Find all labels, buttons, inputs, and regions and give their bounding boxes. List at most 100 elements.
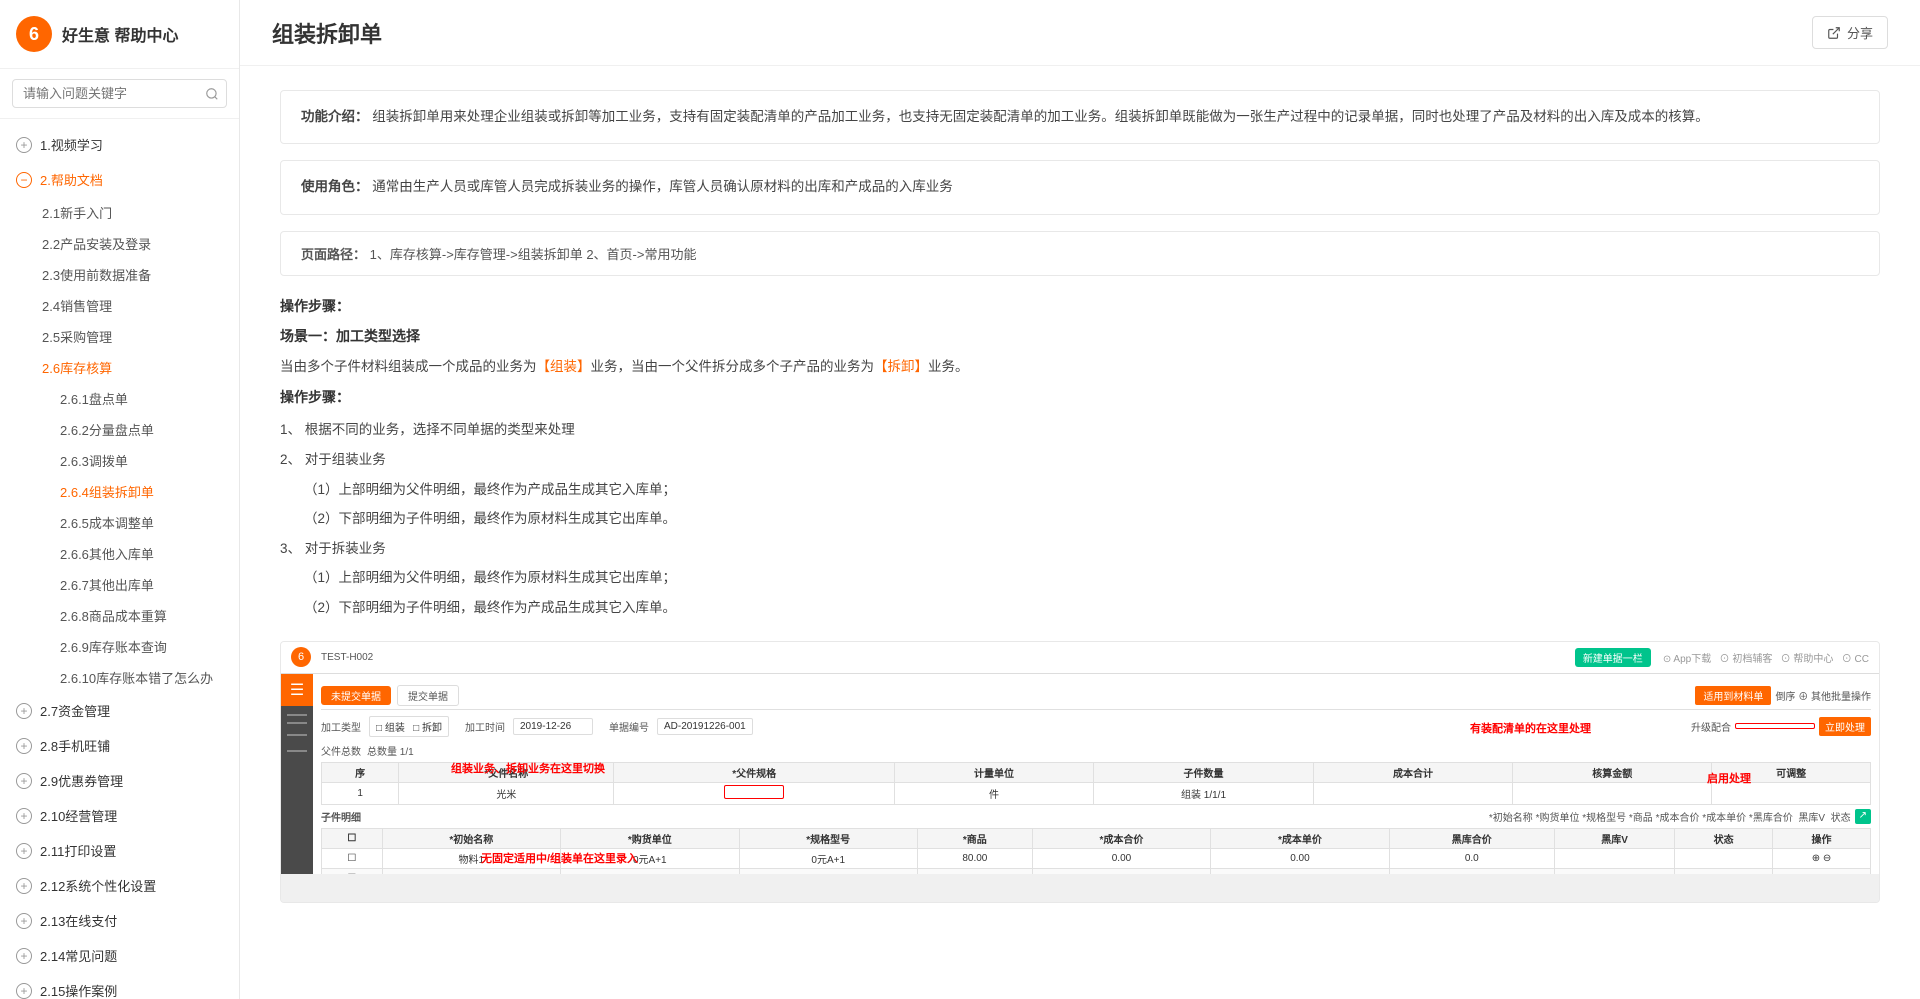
sidebar-item-inventory[interactable]: 2.6库存核算 [42, 352, 239, 383]
mock-form-row: 加工类型 □ 组装 □ 拆卸 加工时间 2019-12-26 单据编号 AD-2… [321, 716, 1871, 737]
mock-s-r2-unitb: 20.00 [739, 868, 917, 874]
step-2-num: 2、 [280, 452, 301, 467]
sidebar-item-customize[interactable]: + 2.12系统个性化设置 [0, 868, 239, 903]
mock-logo: 6 [291, 647, 311, 667]
annotation-1: 有装配清单的在这里处理 [1470, 720, 1591, 736]
mock-s-r2-avail [1389, 868, 1554, 874]
mock-s-r1-total: 0.00 [1211, 848, 1389, 868]
sidebar-item-data-prep[interactable]: 2.3使用前数据准备 [42, 259, 239, 290]
sidebar-item-2-6-9[interactable]: 2.6.9库存账本查询 [60, 631, 239, 662]
mock-right-label: 升级配合 [1691, 719, 1731, 734]
sidebar-item-install[interactable]: 2.2产品安装及登录 [42, 228, 239, 259]
mock-col-unit: 计量单位 [894, 762, 1093, 782]
mock-s-r1-sel: ☐ [322, 848, 383, 868]
sidebar-item-2-6-8[interactable]: 2.6.8商品成本重算 [60, 600, 239, 631]
sidebar-item-help-docs[interactable]: − 2.帮助文档 [0, 162, 239, 197]
mock-s-status: 状态 [1675, 828, 1773, 848]
mock-row-spec [614, 782, 895, 804]
mock-parent-label: 父件总数 [321, 743, 361, 758]
sidebar-item-ops-label: 2.10经营管理 [40, 806, 117, 825]
mock-s-r2-sel: ☐ [322, 868, 383, 874]
step-3-num: 3、 [280, 541, 301, 556]
step-2-text: 对于组装业务 [305, 452, 386, 467]
mock-s-sel: ☐ [322, 828, 383, 848]
ops-title: 操作步骤： [280, 296, 1880, 316]
mock-s-r2-spec: 0元A+4 [561, 868, 739, 874]
mock-other-btns: 倒序 ⊕ 其他批量操作 [1775, 688, 1871, 703]
mock-s-r1-ops: ⊕ ⊖ [1773, 848, 1871, 868]
mock-sub-info: *初始名称 *购货单位 *规格型号 *商品 *成本合价 *成本单价 *黑库合价 … [1489, 809, 1851, 824]
sidebar-item-coupon[interactable]: + 2.9优惠券管理 [0, 763, 239, 798]
share-button[interactable]: 分享 [1812, 16, 1888, 49]
chaijian-highlight: 【拆卸】 [874, 359, 928, 374]
sidebar-item-faq[interactable]: + 2.14常见问题 [0, 938, 239, 973]
mock-s-r1-avail2 [1554, 848, 1674, 868]
scene-desc-end: 业务。 [928, 359, 969, 374]
sidebar-item-2-6-3[interactable]: 2.6.3调拨单 [60, 445, 239, 476]
sidebar-item-2-6-7[interactable]: 2.6.7其他出库单 [60, 569, 239, 600]
sidebar-item-payment[interactable]: + 2.13在线支付 [0, 903, 239, 938]
plus-icon-faq: + [16, 948, 32, 964]
path-box: 页面路径： 1、库存核算->库存管理->组装拆卸单 2、首页->常用功能 [280, 231, 1880, 276]
logo-area: 6 好生意 帮助中心 [0, 0, 239, 69]
sidebar-item-mobile-label: 2.8手机旺铺 [40, 736, 110, 755]
search-area [0, 69, 239, 119]
plus-icon-coupon: + [16, 773, 32, 789]
sidebar-sub-inventory: 2.6.1盘点单 2.6.2分量盘点单 2.6.3调拨单 2.6.4组装拆卸单 … [0, 383, 239, 693]
scene-desc-mid: 业务，当由一个父件拆分成多个子产品的业务为 [591, 359, 875, 374]
sidebar-item-label: 1.视频学习 [40, 135, 103, 154]
mock-toolbar: 未提交单据 提交单据 适用到材料单 倒序 ⊕ 其他批量操作 [321, 682, 1871, 710]
scene-title: 场景一：加工类型选择 [280, 326, 1880, 346]
mock-s-r2-status [1675, 868, 1773, 874]
steps-title: 操作步骤： [280, 387, 1880, 407]
sidebar-item-beginner[interactable]: 2.1新手入门 [42, 197, 239, 228]
mock-s-ops: 操作 [1773, 828, 1871, 848]
sidebar-item-2-6-2[interactable]: 2.6.2分量盘点单 [60, 414, 239, 445]
annotation-4: 无固定适用中/组装单在这里录入 [481, 850, 638, 866]
plus-icon-cases: + [16, 983, 32, 999]
function-intro-title: 功能介绍： [301, 109, 369, 124]
sidebar-item-2-6-4[interactable]: 2.6.4组装拆卸单 [60, 476, 239, 507]
sidebar-item-2-6-6[interactable]: 2.6.6其他入库单 [60, 538, 239, 569]
step-2: 2、 对于组装业务 [280, 447, 1880, 473]
logo-icon: 6 [16, 16, 52, 52]
mock-parent-count: 总数量 1/1 [367, 743, 414, 758]
mock-s-unitb: *规格型号 [739, 828, 917, 848]
step-2-sub-2: （2）下部明细为子件明细，最终作为原材料生成其它出库单。 [304, 506, 1880, 532]
mock-s-r1-qty: 80.00 [917, 848, 1032, 868]
sidebar-item-sales[interactable]: 2.4销售管理 [42, 290, 239, 321]
sidebar-item-ops[interactable]: + 2.10经营管理 [0, 798, 239, 833]
mock-section-btns: 父件总数 总数量 1/1 [321, 743, 414, 758]
sidebar-item-video[interactable]: + 1.视频学习 [0, 127, 239, 162]
zuzhuang-highlight: 【组装】 [537, 359, 591, 374]
mock-tab-active: 未提交单据 [321, 686, 391, 705]
sidebar-item-coupon-label: 2.9优惠券管理 [40, 771, 123, 790]
mock-sub-actions: *初始名称 *购货单位 *规格型号 *商品 *成本合价 *成本单价 *黑库合价 … [1489, 809, 1871, 824]
sidebar-item-cases[interactable]: + 2.15操作案例 [0, 973, 239, 999]
share-icon [1827, 26, 1841, 40]
sidebar-item-purchase[interactable]: 2.5采购管理 [42, 321, 239, 352]
role-text: 通常由生产人员或库管人员完成拆装业务的操作，库管人员确认原材料的出库和产成品的入… [372, 179, 953, 194]
main-content: 功能介绍： 组装拆卸单用来处理企业组装或拆卸等加工业务，支持有固定装配清单的产品… [240, 66, 1920, 999]
mock-s-r1-status [1675, 848, 1773, 868]
sidebar-sub-nav: 2.1新手入门 2.2产品安装及登录 2.3使用前数据准备 2.4销售管理 2.… [0, 197, 239, 383]
sidebar-item-mobile[interactable]: + 2.8手机旺铺 [0, 728, 239, 763]
mock-sub-header: 子件明细 *初始名称 *购货单位 *规格型号 *商品 *成本合价 *成本单价 *… [321, 809, 1871, 824]
sidebar-item-print[interactable]: + 2.11打印设置 [0, 833, 239, 868]
mock-sub-title: 子件明细 [321, 809, 361, 824]
sidebar-item-2-6-1[interactable]: 2.6.1盘点单 [60, 383, 239, 414]
plus-icon-customize: + [16, 878, 32, 894]
mock-s-qty2: *商品 [917, 828, 1032, 848]
sidebar-item-2-6-5[interactable]: 2.6.5成本调整单 [60, 507, 239, 538]
share-label: 分享 [1847, 23, 1873, 42]
mock-content: 未提交单据 提交单据 适用到材料单 倒序 ⊕ 其他批量操作 加工类型 □ [313, 674, 1879, 874]
sidebar-nav: + 1.视频学习 − 2.帮助文档 2.1新手入门 2.2产品安装及登录 2.3… [0, 119, 239, 999]
mock-ui: 6 TEST-H002 新建单据一栏 ⊙ App下载 ⊙ 初档辅客 ⊙ 帮助中心… [281, 642, 1879, 902]
mock-col-spec: *父件规格 [614, 762, 895, 782]
sidebar-item-2-6-10[interactable]: 2.6.10库存账本错了怎么办 [60, 662, 239, 693]
mock-confirm-btn: 立即处理 [1819, 717, 1871, 736]
sidebar-item-finance[interactable]: + 2.7资金管理 [0, 693, 239, 728]
mock-left-nav: ☰ [281, 674, 313, 874]
step-3-subs: （1）上部明细为父件明细，最终作为原材料生成其它出库单； （2）下部明细为子件明… [280, 565, 1880, 620]
search-input[interactable] [12, 79, 227, 108]
